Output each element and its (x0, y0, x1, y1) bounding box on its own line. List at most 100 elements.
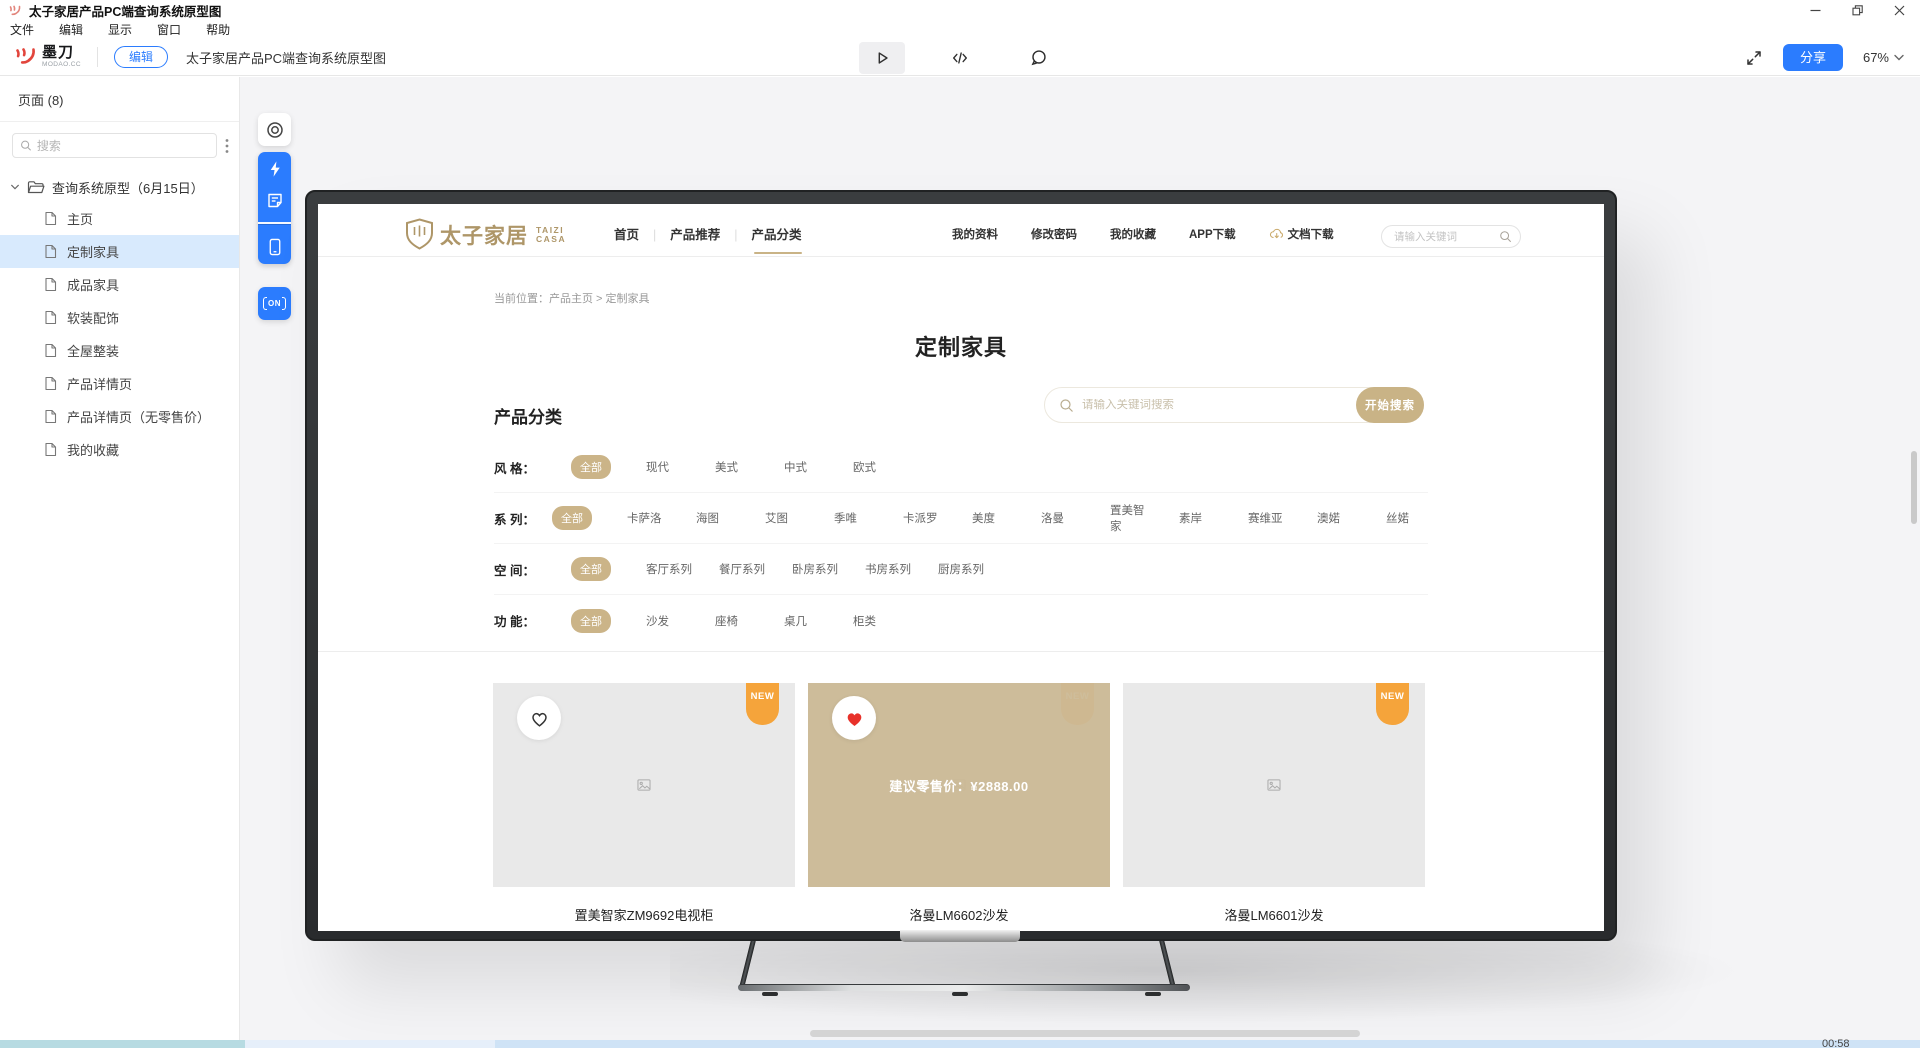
filter-row: 系 列： 全部 卡萨洛 海图 艾图 季唯 卡派罗 美度 洛曼 置美智家 素岸 赛维亚 澳婼 丝婼 (494, 493, 1428, 544)
filter-option[interactable]: 丝婼 (1386, 510, 1428, 526)
filter-option[interactable]: 中式 (784, 459, 826, 475)
device-preview-button[interactable] (268, 238, 282, 256)
site-nav-item[interactable]: 产品推荐 (639, 224, 720, 243)
more-options-icon[interactable] (225, 138, 229, 154)
menu-item[interactable]: 显示 (108, 21, 132, 38)
keyword-search-box[interactable]: 开始搜索 (1044, 387, 1424, 423)
page-row[interactable]: 我的收藏 (0, 433, 239, 466)
page-label: 产品详情页（无零售价） (67, 410, 211, 425)
pages-header: 页面 (8) (0, 77, 239, 122)
menu-item[interactable]: 帮助 (206, 21, 230, 38)
restore-button[interactable] (1836, 0, 1878, 20)
page-title: 定制家具 (914, 335, 1007, 360)
user-nav-item[interactable]: APP下载 (1189, 226, 1236, 242)
filter-option[interactable]: 欧式 (853, 459, 895, 475)
filter-option[interactable]: 卧房系列 (792, 561, 838, 577)
filter-option[interactable]: 全部 (571, 608, 611, 633)
filter-option[interactable]: 海图 (696, 510, 738, 526)
page-icon (45, 244, 57, 259)
filter-option[interactable]: 餐厅系列 (719, 561, 765, 577)
page-row[interactable]: 产品详情页 (0, 367, 239, 400)
comment-button[interactable] (1015, 42, 1061, 74)
zoom-control[interactable]: 67% (1863, 50, 1904, 65)
page-row[interactable]: 软装配饰 (0, 301, 239, 334)
page-row[interactable]: 产品详情页（无零售价） (0, 400, 239, 433)
menu-item[interactable]: 文件 (10, 21, 34, 38)
filter-option[interactable]: 书房系列 (865, 561, 911, 577)
filter-option[interactable]: 赛维亚 (1248, 510, 1290, 526)
user-nav-item[interactable]: 修改密码 (1031, 226, 1077, 242)
expand-icon (1747, 50, 1761, 65)
content-divider (318, 651, 1604, 652)
filter-label: 风 格： (494, 461, 535, 476)
filter-option[interactable]: 全部 (571, 557, 611, 581)
close-button[interactable] (1878, 0, 1920, 20)
sidebar-search-input[interactable] (36, 138, 209, 153)
user-nav-item[interactable]: 文档下载 (1269, 226, 1334, 242)
filter-option[interactable]: 柜类 (853, 613, 895, 629)
edit-button[interactable]: 编辑 (113, 46, 168, 68)
filter-option[interactable]: 美度 (972, 510, 1014, 526)
page-icon (45, 310, 57, 325)
horizontal-scrollbar-thumb[interactable] (810, 1030, 1360, 1037)
image-placeholder-icon (1267, 779, 1282, 792)
filter-option[interactable]: 卡萨洛 (627, 510, 669, 526)
sidebar-search-box[interactable] (12, 133, 217, 158)
start-search-button[interactable]: 开始搜索 (1356, 387, 1424, 423)
share-button[interactable]: 分享 (1782, 44, 1843, 71)
product-card[interactable]: NEW 置美智家ZM9692电视柜 (493, 683, 795, 924)
code-view-button[interactable] (937, 42, 983, 74)
minimize-button[interactable] (1794, 0, 1836, 20)
filter-row: 风 格： 全部 现代 美式 中式 欧式 (494, 442, 1428, 493)
notes-button[interactable] (267, 192, 283, 209)
vertical-scrollbar-thumb[interactable] (1911, 451, 1917, 524)
filter-option[interactable]: 艾图 (765, 510, 807, 526)
page-row[interactable]: 全屋整装 (0, 334, 239, 367)
filter-option[interactable]: 沙发 (646, 613, 688, 629)
filter-option[interactable]: 季唯 (834, 510, 876, 526)
folder-row[interactable]: 查询系统原型（6月15日） (0, 172, 239, 202)
favorite-button[interactable] (832, 696, 876, 740)
filter-option[interactable]: 桌几 (784, 613, 826, 629)
filter-option[interactable]: 客厅系列 (646, 561, 692, 577)
new-badge: NEW (1376, 683, 1409, 725)
window-titlebar: 太子家居产品PC端查询系统原型图 (0, 0, 1920, 20)
filter-option[interactable]: 素岸 (1179, 510, 1221, 526)
favorite-button[interactable] (517, 696, 561, 740)
focus-target-button[interactable] (258, 113, 291, 146)
preview-play-button[interactable] (859, 41, 905, 74)
filter-option[interactable]: 全部 (571, 455, 611, 479)
user-nav-item[interactable]: 我的收藏 (1110, 226, 1156, 242)
target-icon (266, 121, 283, 138)
filter-option[interactable]: 座椅 (715, 613, 757, 629)
page-row[interactable]: 成品家具 (0, 268, 239, 301)
filter-option[interactable]: 卡派罗 (903, 510, 945, 526)
filter-option[interactable]: 美式 (715, 459, 757, 475)
filter-option[interactable]: 现代 (646, 459, 688, 475)
filter-option[interactable]: 置美智家 (1110, 502, 1152, 534)
toolbar-center (859, 39, 1061, 76)
menu-item[interactable]: 窗口 (157, 21, 181, 38)
header-search-input[interactable] (1394, 230, 1499, 243)
user-nav-item[interactable]: 我的资料 (952, 226, 998, 242)
window-controls (1794, 0, 1920, 20)
filter-option[interactable]: 全部 (552, 506, 592, 530)
site-nav-item[interactable]: 产品分类 (720, 224, 802, 254)
header-search-box[interactable] (1381, 225, 1521, 248)
new-badge: NEW (746, 683, 779, 725)
site-logo[interactable]: 太子家居 TAIZI CASA (405, 218, 566, 251)
menu-item[interactable]: 编辑 (59, 21, 83, 38)
product-card[interactable]: NEW 洛曼LM6601沙发 (1123, 683, 1425, 924)
page-label: 产品详情页 (67, 377, 133, 392)
flash-button[interactable] (267, 160, 283, 178)
page-row[interactable]: 主页 (0, 202, 239, 235)
fullscreen-button[interactable] (1745, 49, 1763, 67)
page-row[interactable]: 定制家具 (0, 235, 239, 268)
site-nav-item[interactable]: 首页 (614, 224, 639, 243)
filter-option[interactable]: 澳婼 (1317, 510, 1359, 526)
filter-option[interactable]: 洛曼 (1041, 510, 1083, 526)
filter-option[interactable]: 厨房系列 (938, 561, 984, 577)
modao-logo[interactable]: 墨刀 MODAO.CC (14, 45, 81, 69)
product-card[interactable]: NEW 建议零售价：¥2888.00 洛曼LM6602沙发 (808, 683, 1110, 924)
auto-screen-on-button[interactable]: ON (258, 287, 291, 320)
